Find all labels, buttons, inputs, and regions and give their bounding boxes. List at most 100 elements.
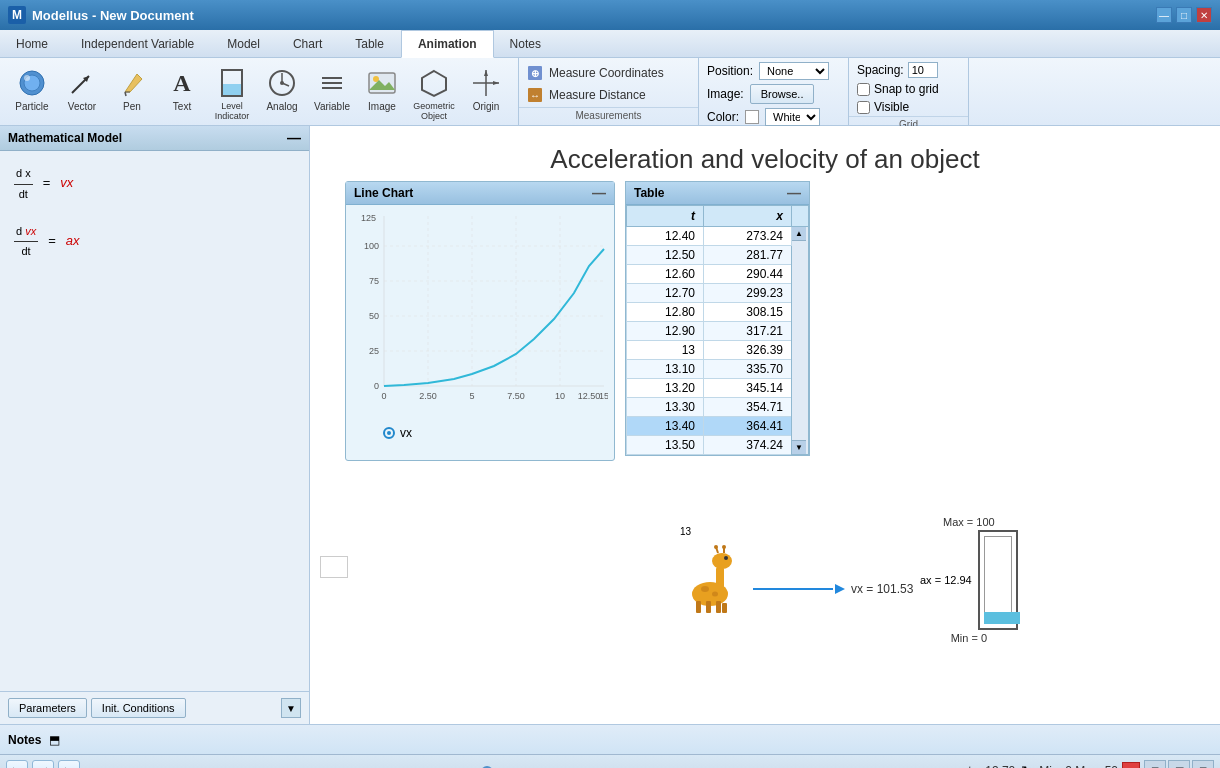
menubar: Home Independent Variable Model Chart Ta… xyxy=(0,30,1220,58)
table-scrollbar[interactable]: ▲▼ xyxy=(792,227,809,455)
line-chart-widget[interactable]: Line Chart — xyxy=(345,181,615,461)
snap-checkbox[interactable] xyxy=(857,83,870,96)
table-row[interactable]: 12.90317.21 xyxy=(627,322,809,341)
variable-tool[interactable]: Variable xyxy=(308,62,356,126)
maximize-button[interactable]: □ xyxy=(1176,7,1192,23)
table-row[interactable]: 13.20345.14 xyxy=(627,379,809,398)
svg-point-67 xyxy=(722,545,726,549)
svg-text:↔: ↔ xyxy=(530,90,540,101)
menu-independent-variable[interactable]: Independent Variable xyxy=(65,30,211,57)
corner-icon-3[interactable]: ⊟ xyxy=(1192,760,1214,769)
animation-tools: Particle Vector xyxy=(0,58,518,126)
svg-text:7.50: 7.50 xyxy=(507,391,525,401)
browse-button[interactable]: Browse.. xyxy=(750,84,815,104)
minimize-button[interactable]: — xyxy=(1156,7,1172,23)
image-tool[interactable]: Image xyxy=(358,62,406,126)
table-cell: 13.50 xyxy=(627,436,704,455)
level-outer xyxy=(978,530,1018,630)
background-section: Position: None Image: Browse.. Color: Wh… xyxy=(699,58,849,125)
line-chart-header[interactable]: Line Chart — xyxy=(346,182,614,205)
table-cell: 317.21 xyxy=(704,322,792,341)
table-row[interactable]: 13326.39 xyxy=(627,341,809,360)
line-chart-minimize[interactable]: — xyxy=(592,185,606,201)
table-row[interactable]: 13.10335.70 xyxy=(627,360,809,379)
table-row[interactable]: 12.80308.15 xyxy=(627,303,809,322)
table-row[interactable]: 13.30354.71 xyxy=(627,398,809,417)
pen-tool[interactable]: Pen xyxy=(108,62,156,126)
vector-tool[interactable]: Vector xyxy=(58,62,106,126)
menu-animation[interactable]: Animation xyxy=(401,30,494,58)
color-select[interactable]: White xyxy=(765,108,820,126)
notes-restore-icon[interactable]: ⬒ xyxy=(49,733,60,747)
level-indicator-tool[interactable]: LevelIndicator xyxy=(208,62,256,126)
corner-icon-2[interactable]: ▦ xyxy=(1168,760,1190,769)
menu-table[interactable]: Table xyxy=(339,30,401,57)
text-tool[interactable]: A Text xyxy=(158,62,206,126)
table-cell: 13.30 xyxy=(627,398,704,417)
prev-button[interactable]: ◀ xyxy=(32,760,54,769)
reset-button[interactable]: ■ xyxy=(1122,762,1140,769)
text-icon: A xyxy=(166,67,198,99)
origin-icon xyxy=(470,67,502,99)
table-cell: 364.41 xyxy=(704,417,792,436)
table-cell: 13.20 xyxy=(627,379,704,398)
next-button[interactable]: ▶ xyxy=(58,760,80,769)
main-content: Mathematical Model — d x dt = vx xyxy=(0,126,1220,724)
line-chart-title: Line Chart xyxy=(354,186,413,200)
visible-checkbox[interactable] xyxy=(857,101,870,114)
table-row[interactable]: 13.40364.41 xyxy=(627,417,809,436)
analog-tool[interactable]: Analog xyxy=(258,62,306,126)
background-tools: Position: None Image: Browse.. Color: Wh… xyxy=(699,58,848,126)
arrow-head xyxy=(835,584,845,594)
init-conditions-button[interactable]: Init. Conditions xyxy=(91,698,186,718)
corner-icon-1[interactable]: ⊞ xyxy=(1144,760,1166,769)
animation-objects-section: Particle Vector xyxy=(0,58,519,125)
table-row[interactable]: 13.50374.24 xyxy=(627,436,809,455)
refresh-icon[interactable]: ↻ xyxy=(1021,763,1033,769)
measure-distance-item[interactable]: ↔ Measure Distance xyxy=(527,87,690,103)
menu-notes[interactable]: Notes xyxy=(494,30,558,57)
table-cell: 326.39 xyxy=(704,341,792,360)
particle-tool[interactable]: Particle xyxy=(8,62,56,126)
parameters-button[interactable]: Parameters xyxy=(8,698,87,718)
table-row[interactable]: 12.60290.44 xyxy=(627,265,809,284)
table-row[interactable]: 12.70299.23 xyxy=(627,284,809,303)
analog-label: Analog xyxy=(266,101,297,112)
geometric-object-icon xyxy=(418,67,450,99)
titlebar: M Modellus - New Document — □ ✕ xyxy=(0,0,1220,30)
data-table: t x 12.40273.24▲▼12.50281.7712.60290.441… xyxy=(626,205,809,455)
measure-coordinates-item[interactable]: ⊕ Measure Coordinates xyxy=(527,65,690,81)
menu-model[interactable]: Model xyxy=(211,30,277,57)
eq1-lhs: d x dt xyxy=(14,161,33,205)
arrow-line xyxy=(753,588,833,590)
snap-label: Snap to grid xyxy=(874,82,939,96)
table-row[interactable]: 12.50281.77 xyxy=(627,246,809,265)
table-cell: 12.40 xyxy=(627,227,704,246)
geometric-object-tool[interactable]: GeometricObject xyxy=(408,62,460,126)
measurements-label: Measurements xyxy=(519,107,698,125)
origin-tool[interactable]: Origin xyxy=(462,62,510,126)
origin-marker xyxy=(320,556,348,578)
table-cell: 335.70 xyxy=(704,360,792,379)
position-select[interactable]: None xyxy=(759,62,829,80)
table-cell: 299.23 xyxy=(704,284,792,303)
math-model-close[interactable]: — xyxy=(287,130,301,146)
menu-chart[interactable]: Chart xyxy=(277,30,339,57)
table-cell: 13.40 xyxy=(627,417,704,436)
table-minimize[interactable]: — xyxy=(787,185,801,201)
table-row[interactable]: 12.40273.24▲▼ xyxy=(627,227,809,246)
close-button[interactable]: ✕ xyxy=(1196,7,1212,23)
svg-rect-56 xyxy=(706,601,711,613)
svg-marker-20 xyxy=(422,71,446,96)
panel-arrow-button[interactable]: ▼ xyxy=(281,698,301,718)
level-indicator-container: Max = 100 ax = 12.94 Min = 0 xyxy=(920,516,1018,644)
svg-text:12.50: 12.50 xyxy=(578,391,601,401)
menu-home[interactable]: Home xyxy=(0,30,65,57)
table-header[interactable]: Table — xyxy=(626,182,809,205)
color-label: Color: xyxy=(707,110,739,124)
table-cell: 12.70 xyxy=(627,284,704,303)
level-body-row: ax = 12.94 xyxy=(920,530,1018,630)
table-cell: 374.24 xyxy=(704,436,792,455)
play-button[interactable]: ▶ xyxy=(6,760,28,769)
spacing-input[interactable] xyxy=(908,62,938,78)
